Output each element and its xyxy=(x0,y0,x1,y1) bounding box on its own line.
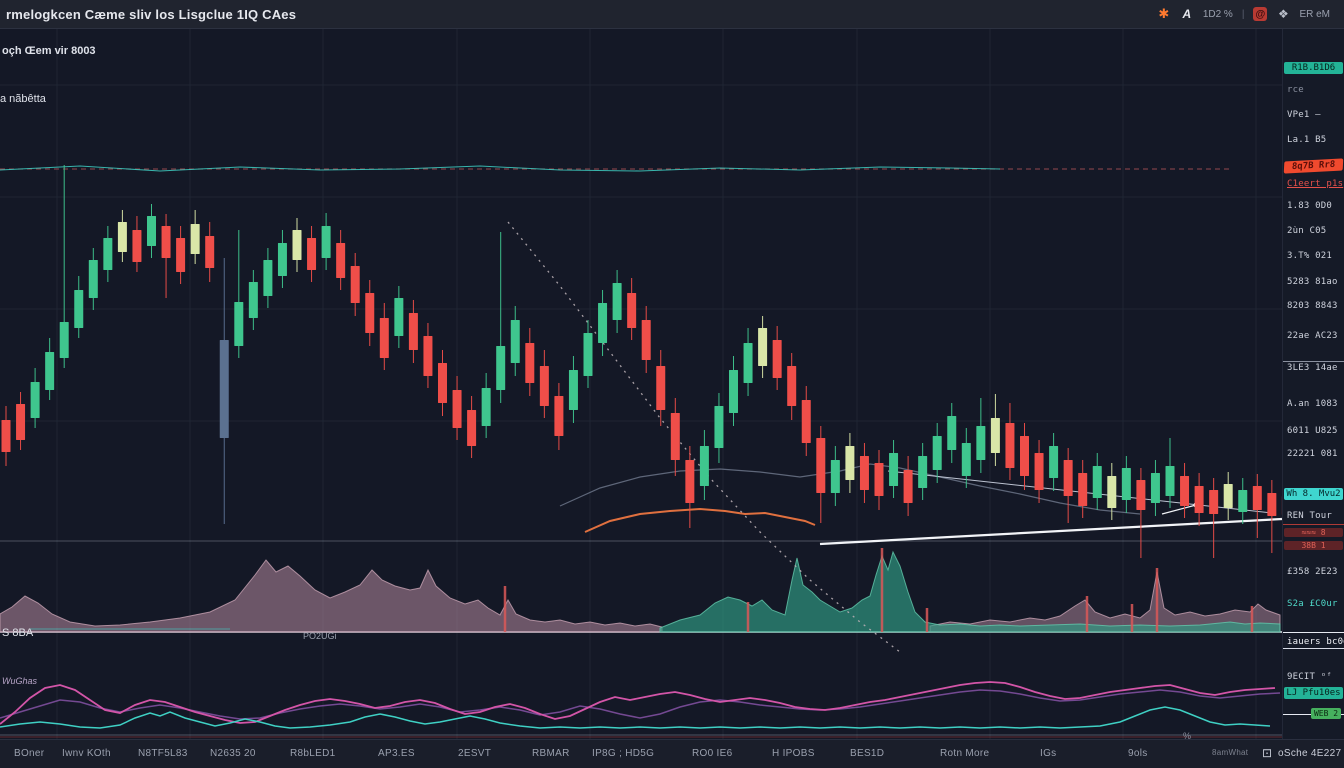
price-label: 9ECIT ᵒᶠ xyxy=(1283,672,1344,682)
price-badge: R1B.B1D6 xyxy=(1284,62,1343,74)
time-label: BOner xyxy=(14,748,44,759)
top-toolbar: rmelogkcen Cæme sliv los Lisgclue 1IQ CA… xyxy=(0,0,1344,29)
price-label: iauers bc0d xyxy=(1283,637,1344,649)
price-badge: Wh 8. Mvu2 xyxy=(1284,488,1343,500)
price-badge: LJ Pfu10es xyxy=(1284,687,1343,699)
account-label: ER eM xyxy=(1299,9,1330,20)
price-label: A.an 1083 xyxy=(1283,399,1344,409)
price-label: 6011 U825 xyxy=(1283,426,1344,436)
time-label: Rotn More xyxy=(940,748,989,759)
time-label: N8TF5L83 xyxy=(138,748,188,759)
price-label: 22221 081 xyxy=(1283,449,1344,459)
price-scale[interactable]: R1B.B1D6 rce VPe1 — La.1 B5 8q7B Rr8 C1eert p… xyxy=(1282,28,1344,740)
price-label: VPe1 — xyxy=(1283,110,1344,120)
time-label: Iwnv KOth xyxy=(62,748,111,759)
symbol-title: rmelogkcen Cæme sliv los Lisgclue 1IQ CA… xyxy=(0,7,296,22)
price-label: 22ae ÂC23 xyxy=(1283,331,1344,341)
zoom-percent-label: 1D2 % xyxy=(1203,9,1233,20)
font-size-icon[interactable]: A xyxy=(1180,7,1194,21)
time-label: RBMAR xyxy=(532,748,570,759)
price-label: 2ùn C05 xyxy=(1283,226,1344,236)
axis-settings-small-label: 8amWhat xyxy=(1212,748,1248,757)
price-label: 1.83 0D0 xyxy=(1283,201,1344,211)
time-axis[interactable]: BOner Iwnv KOth N8TF5L83 N2635 20 R8bLED1 AP3… xyxy=(0,739,1344,768)
price-label: S2a £C0ur xyxy=(1283,599,1344,609)
price-label: 3LE3 14ae xyxy=(1283,361,1344,373)
price-label: C1eert p1s xyxy=(1283,179,1344,189)
price-label: rce xyxy=(1283,85,1344,95)
time-label: IGs xyxy=(1040,748,1056,759)
price-label: 8203 8843 xyxy=(1283,301,1344,311)
price-badge: 8q7B Rr8 xyxy=(1284,158,1344,173)
toolbar-right-cluster: ✱ A 1D2 % | @ ❖ ER eM xyxy=(1157,7,1344,21)
time-label: 9ols xyxy=(1128,748,1148,759)
record-icon[interactable]: @ xyxy=(1253,7,1267,21)
price-badge: ≈≈≈ 8 xyxy=(1284,528,1343,537)
time-label: BES1D xyxy=(850,748,884,759)
time-label: AP3.ES xyxy=(378,748,415,759)
time-label: IP8G ; HD5G xyxy=(592,748,654,759)
time-label: H IPOBS xyxy=(772,748,815,759)
toolbar-divider: | xyxy=(1242,9,1245,20)
price-label: La.1 B5 xyxy=(1283,135,1344,145)
volume-mid-label: PO2UGi xyxy=(303,631,337,641)
timezone-label[interactable]: oSche 4E227 xyxy=(1278,748,1341,759)
time-label: 2ESVT xyxy=(458,748,491,759)
hot-icon[interactable]: ✱ xyxy=(1157,7,1171,21)
volume-pane-label: S 8BA xyxy=(2,627,33,639)
time-label: N2635 20 xyxy=(210,748,256,759)
time-label: R8bLED1 xyxy=(290,748,335,759)
camera-icon[interactable]: ⊡ xyxy=(1262,746,1272,760)
price-label: 3.T% 021 xyxy=(1283,251,1344,261)
chart-legend-line1: oçh Œem vir 8003 xyxy=(2,45,96,57)
price-label: REN Tour xyxy=(1283,511,1344,521)
price-chart-canvas[interactable] xyxy=(0,0,1344,768)
price-label: 5283 81ao xyxy=(1283,277,1344,287)
scale-divider xyxy=(1283,632,1344,633)
trading-platform-window: rmelogkcen Cæme sliv los Lisgclue 1IQ CA… xyxy=(0,0,1344,768)
layout-icon[interactable]: ❖ xyxy=(1276,7,1290,21)
price-badge: 38B 1 xyxy=(1284,541,1343,550)
scale-red-divider xyxy=(1283,524,1344,525)
chart-legend-line2: a nãbêtta xyxy=(0,93,46,105)
oscillator-pane-label: WuGhas xyxy=(2,676,37,686)
price-badge: WEB 2 xyxy=(1311,708,1341,719)
price-label: £358 2E23 xyxy=(1283,567,1344,577)
time-label: RO0 IE6 xyxy=(692,748,732,759)
